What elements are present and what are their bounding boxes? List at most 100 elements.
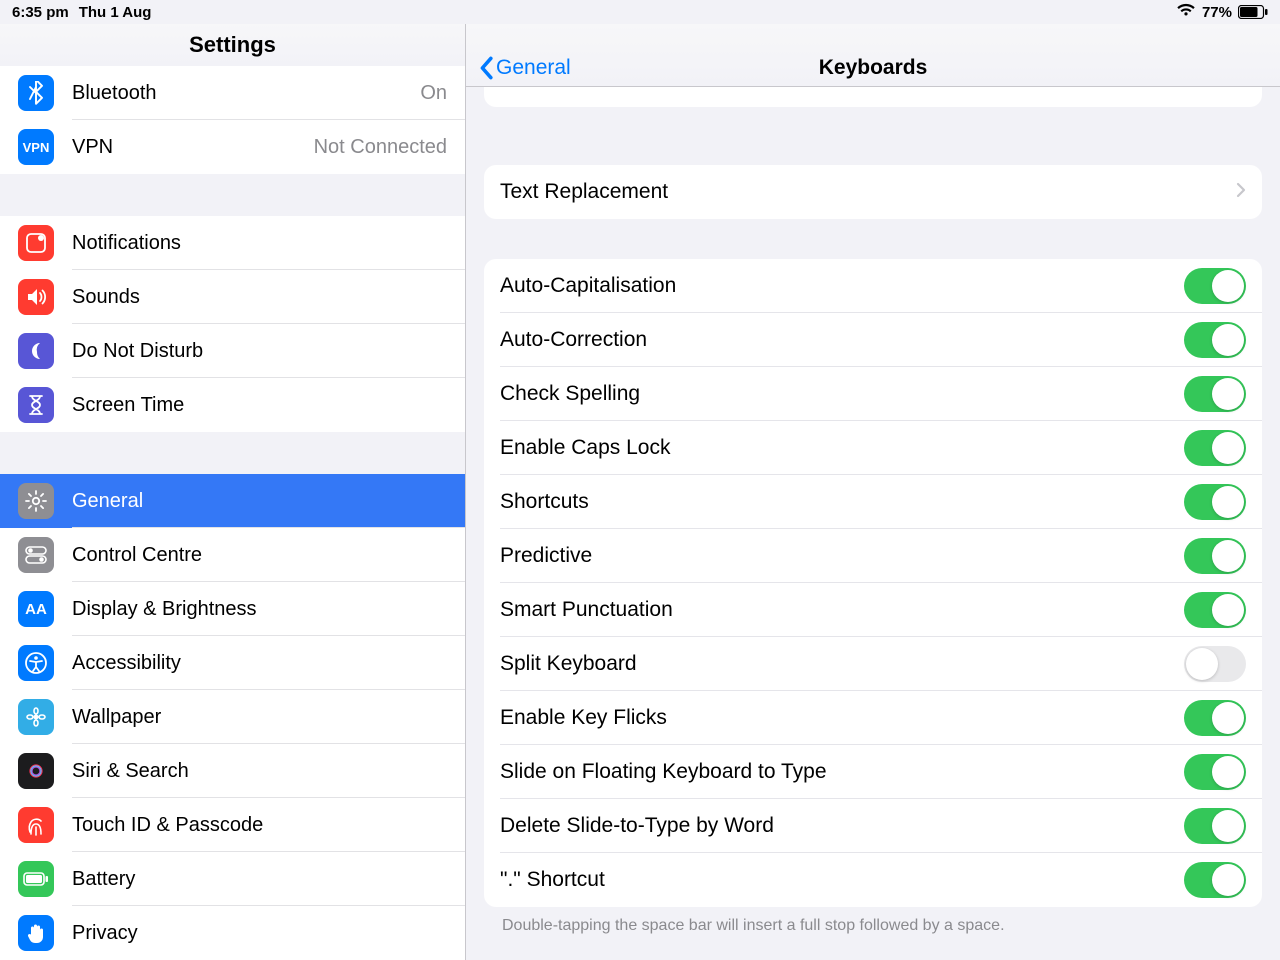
- battery-percent: 77%: [1202, 4, 1232, 21]
- sidebar-item-general[interactable]: General: [0, 474, 465, 528]
- sidebar-item-label: Battery: [72, 868, 465, 891]
- flower-icon: [18, 699, 54, 735]
- sidebar-item-display-brightness[interactable]: AADisplay & Brightness: [0, 582, 465, 636]
- sidebar-item-label: Siri & Search: [72, 760, 465, 783]
- hourglass-icon: [18, 387, 54, 423]
- sidebar-item-sounds[interactable]: Sounds: [0, 270, 465, 324]
- back-label: General: [496, 56, 571, 80]
- gear-icon: [18, 483, 54, 519]
- toggle-shortcuts[interactable]: [1184, 484, 1246, 520]
- back-button[interactable]: General: [478, 56, 571, 80]
- sidebar-item-value: Not Connected: [314, 136, 447, 159]
- aa-icon: AA: [18, 591, 54, 627]
- chevron-left-icon: [478, 56, 494, 80]
- toggle-predictive[interactable]: [1184, 538, 1246, 574]
- toggle-label: "." Shortcut: [500, 868, 1184, 892]
- battery-icon: [18, 861, 54, 897]
- row-slide-on-floating-keyboard-to-type: Slide on Floating Keyboard to Type: [484, 745, 1262, 799]
- toggle-label: Auto-Correction: [500, 328, 1184, 352]
- status-bar: 6:35 pm Thu 1 Aug 77%: [0, 0, 1280, 24]
- sidebar-item-label: Sounds: [72, 286, 465, 309]
- sidebar-item-label: Do Not Disturb: [72, 340, 465, 363]
- toggle-label: Enable Caps Lock: [500, 436, 1184, 460]
- row-enable-caps-lock: Enable Caps Lock: [484, 421, 1262, 475]
- fingerprint-icon: [18, 807, 54, 843]
- moon-icon: [18, 333, 54, 369]
- sidebar-item-label: Control Centre: [72, 544, 465, 567]
- sidebar-item-label: Privacy: [72, 922, 465, 945]
- sidebar-item-screen-time[interactable]: Screen Time: [0, 378, 465, 432]
- sidebar-item-accessibility[interactable]: Accessibility: [0, 636, 465, 690]
- toggle-smart-punctuation[interactable]: [1184, 592, 1246, 628]
- accessibility-icon: [18, 645, 54, 681]
- sidebar-item-label: Bluetooth: [72, 82, 420, 105]
- toggle-label: Delete Slide-to-Type by Word: [500, 814, 1184, 838]
- row-enable-key-flicks: Enable Key Flicks: [484, 691, 1262, 745]
- hand-icon: [18, 915, 54, 951]
- sidebar-item-touch-id-passcode[interactable]: Touch ID & Passcode: [0, 798, 465, 852]
- toggle-label: Split Keyboard: [500, 652, 1184, 676]
- sounds-icon: [18, 279, 54, 315]
- sidebar-item-label: Accessibility: [72, 652, 465, 675]
- row-smart-punctuation: Smart Punctuation: [484, 583, 1262, 637]
- toggle-auto-correction[interactable]: [1184, 322, 1246, 358]
- toggle-check-spelling[interactable]: [1184, 376, 1246, 412]
- toggle-label: Check Spelling: [500, 382, 1184, 406]
- detail-pane: General Keyboards Text Replacement Auto-…: [466, 24, 1280, 960]
- sidebar-item-label: Notifications: [72, 232, 465, 255]
- toggle-label: Slide on Floating Keyboard to Type: [500, 760, 1184, 784]
- settings-sidebar: Settings BluetoothOnVPNVPNNot ConnectedN…: [0, 24, 466, 960]
- row-check-spelling: Check Spelling: [484, 367, 1262, 421]
- toggle-auto-capitalisation[interactable]: [1184, 268, 1246, 304]
- sidebar-item-bluetooth[interactable]: BluetoothOn: [0, 66, 465, 120]
- toggle-label: Smart Punctuation: [500, 598, 1184, 622]
- toggle-label: Shortcuts: [500, 490, 1184, 514]
- sidebar-item-label: Touch ID & Passcode: [72, 814, 465, 837]
- vpn-icon: VPN: [18, 129, 54, 165]
- sidebar-item-label: Wallpaper: [72, 706, 465, 729]
- sidebar-item-value: On: [420, 82, 447, 105]
- sidebar-item-privacy[interactable]: Privacy: [0, 906, 465, 960]
- group-keyboard-toggles: Auto-Capitalisation Auto-Correction Check …: [484, 259, 1262, 907]
- battery-icon: [1238, 5, 1268, 19]
- notifications-icon: [18, 225, 54, 261]
- row-predictive: Predictive: [484, 529, 1262, 583]
- text-replacement-label: Text Replacement: [500, 180, 1236, 204]
- toggle-enable-caps-lock[interactable]: [1184, 430, 1246, 466]
- toggle-delete-slide-to-type-by-word[interactable]: [1184, 808, 1246, 844]
- sidebar-header: Settings: [0, 24, 465, 66]
- status-time: 6:35 pm: [12, 4, 69, 21]
- row-shortcuts: Shortcuts: [484, 475, 1262, 529]
- chevron-right-icon: [1236, 182, 1246, 203]
- toggle-slide-on-floating-keyboard-to-type[interactable]: [1184, 754, 1246, 790]
- row-split-keyboard: Split Keyboard: [484, 637, 1262, 691]
- toggle-enable-key-flicks[interactable]: [1184, 700, 1246, 736]
- detail-title: Keyboards: [466, 56, 1280, 80]
- sidebar-title: Settings: [189, 32, 276, 58]
- toggle-label: Predictive: [500, 544, 1184, 568]
- detail-header: General Keyboards: [466, 24, 1280, 87]
- row-delete-slide-to-type-by-word: Delete Slide-to-Type by Word: [484, 799, 1262, 853]
- toggle-split-keyboard[interactable]: [1184, 646, 1246, 682]
- toggle-label: Enable Key Flicks: [500, 706, 1184, 730]
- group-text-replacement: Text Replacement: [484, 165, 1262, 219]
- sidebar-item-do-not-disturb[interactable]: Do Not Disturb: [0, 324, 465, 378]
- row-auto-capitalisation: Auto-Capitalisation: [484, 259, 1262, 313]
- sidebar-item-notifications[interactable]: Notifications: [0, 216, 465, 270]
- sidebar-item-control-centre[interactable]: Control Centre: [0, 528, 465, 582]
- row-auto-correction: Auto-Correction: [484, 313, 1262, 367]
- sidebar-item-wallpaper[interactable]: Wallpaper: [0, 690, 465, 744]
- group-footer-note: Double-tapping the space bar will insert…: [484, 907, 1262, 935]
- row-shortcut: "." Shortcut: [484, 853, 1262, 907]
- row-text-replacement[interactable]: Text Replacement: [484, 165, 1262, 219]
- group-partial-top: [484, 87, 1262, 107]
- sidebar-item-vpn[interactable]: VPNVPNNot Connected: [0, 120, 465, 174]
- sidebar-item-label: General: [72, 490, 465, 513]
- wifi-icon: [1176, 3, 1196, 21]
- sidebar-item-battery[interactable]: Battery: [0, 852, 465, 906]
- toggle-shortcut[interactable]: [1184, 862, 1246, 898]
- siri-icon: [18, 753, 54, 789]
- sidebar-item-label: Screen Time: [72, 394, 465, 417]
- sidebar-item-siri-search[interactable]: Siri & Search: [0, 744, 465, 798]
- sidebar-item-label: VPN: [72, 136, 314, 159]
